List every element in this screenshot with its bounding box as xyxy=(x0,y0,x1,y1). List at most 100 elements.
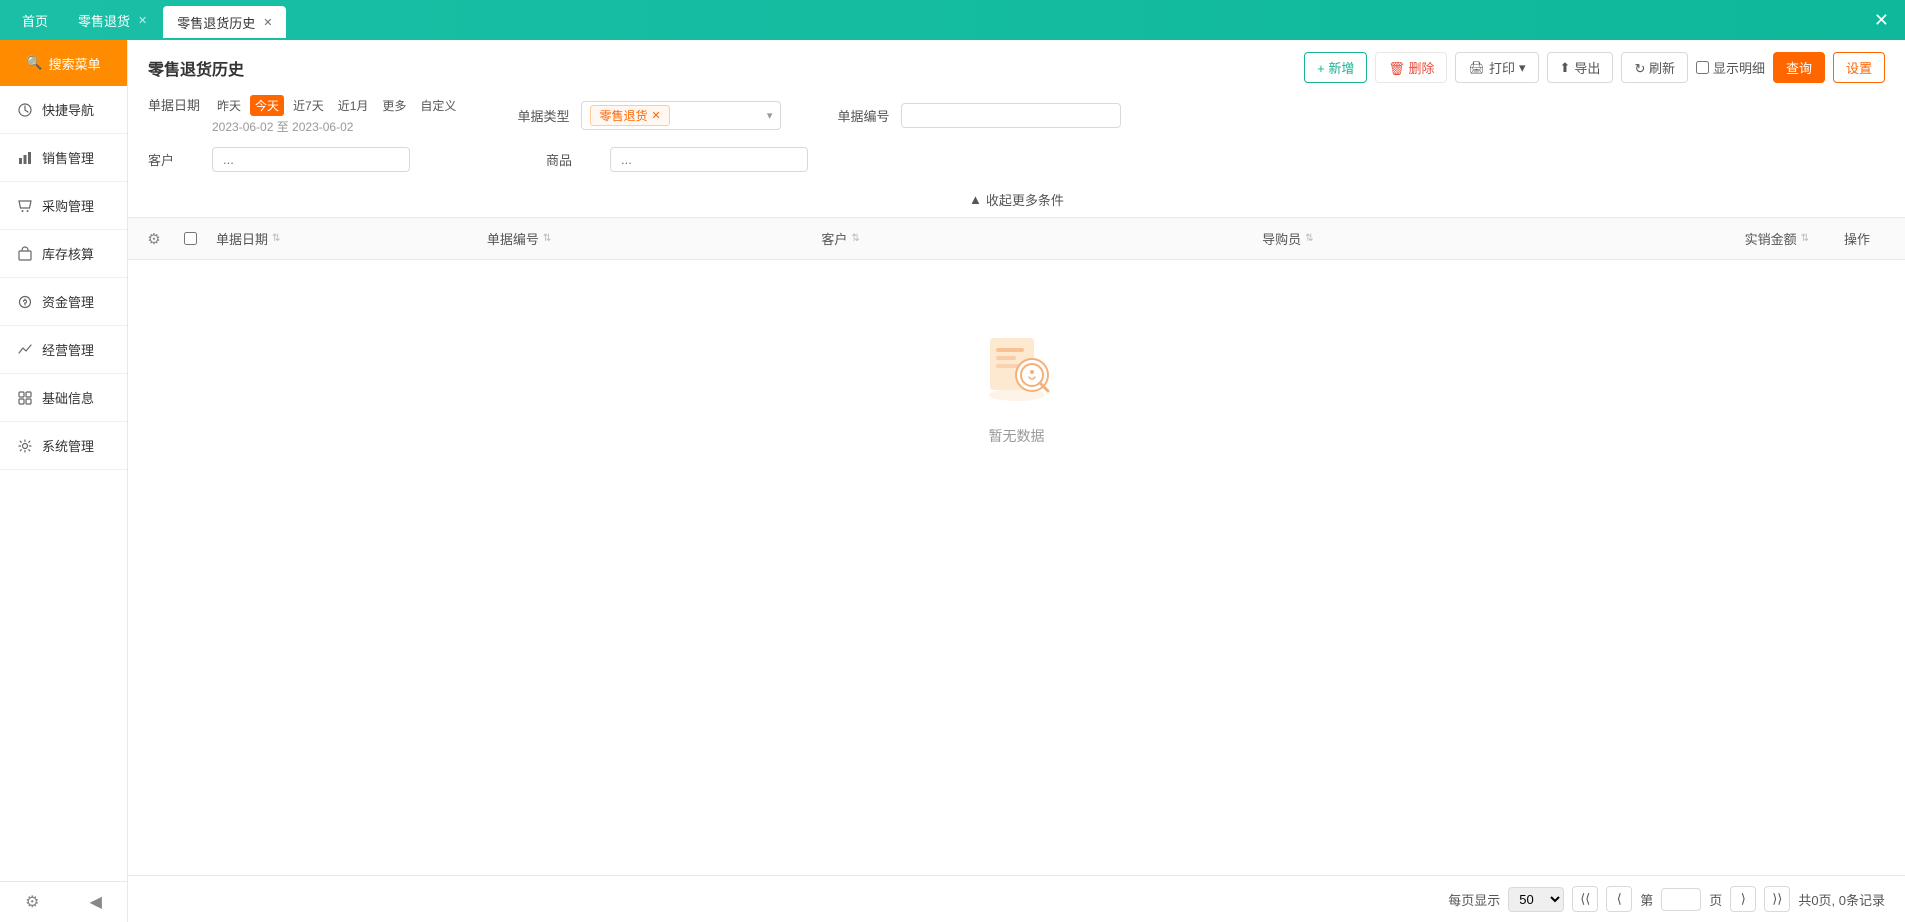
sidebar-item-sales[interactable]: 销售管理 xyxy=(0,134,127,182)
voucher-type-label: 单据类型 xyxy=(517,106,573,125)
th-guide[interactable]: 导购员 ⇅ xyxy=(1254,229,1589,248)
date-opt-more[interactable]: 更多 xyxy=(377,95,411,116)
tab-retail-return-close-icon[interactable]: ✕ xyxy=(138,14,147,27)
date-opt-1month[interactable]: 近1月 xyxy=(333,95,374,116)
delete-button[interactable]: 🗑 删除 xyxy=(1375,52,1447,83)
system-icon xyxy=(16,437,34,455)
print-icon: 🖨 xyxy=(1468,60,1485,76)
select-all-checkbox[interactable] xyxy=(184,232,197,245)
sidebar-item-inventory[interactable]: 库存核算 xyxy=(0,230,127,278)
empty-state: 暂无数据 xyxy=(128,260,1905,506)
sidebar-bottom: ⚙ ◀ xyxy=(0,881,127,922)
th-date-label: 单据日期 xyxy=(216,229,268,248)
date-filter-group: 单据日期 昨天 今天 近7天 近1月 更多 自定义 2023-06-02 至 2… xyxy=(148,95,461,135)
goods-filter-group: 商品 xyxy=(546,147,808,172)
export-label: 导出 xyxy=(1574,58,1600,77)
filter-row-1: 单据日期 昨天 今天 近7天 近1月 更多 自定义 2023-06-02 至 2… xyxy=(148,95,1885,135)
next-page-button[interactable]: ⟩ xyxy=(1730,886,1756,912)
filter-row-2: 客户 商品 xyxy=(148,147,1885,172)
export-icon: ⬆ xyxy=(1560,60,1571,76)
customer-input[interactable] xyxy=(212,147,410,172)
pagination: 每页显示 50 20 100 ⟨⟨ ⟨ 第 1 页 ⟩ ⟩⟩ 共0页, 0条记录 xyxy=(128,875,1905,922)
basics-icon xyxy=(16,389,34,407)
export-button[interactable]: ⬆ 导出 xyxy=(1547,52,1614,83)
voucher-type-tag: 零售退货 ✕ xyxy=(590,105,669,126)
filter-area: 单据日期 昨天 今天 近7天 近1月 更多 自定义 2023-06-02 至 2… xyxy=(148,95,1885,217)
print-label: 打印 xyxy=(1489,58,1515,77)
page-title: 零售退货历史 xyxy=(148,56,244,80)
voucher-type-tag-remove[interactable]: ✕ xyxy=(651,109,660,122)
voucher-type-group: 单据类型 零售退货 ✕ ▾ xyxy=(517,101,781,130)
date-opt-yesterday[interactable]: 昨天 xyxy=(212,95,246,116)
th-amount-sort-icon: ⇅ xyxy=(1801,233,1809,244)
date-opt-custom[interactable]: 自定义 xyxy=(415,95,461,116)
tab-home[interactable]: 首页 xyxy=(8,4,62,36)
show-detail-label: 显示明细 xyxy=(1713,58,1765,77)
window-close-button[interactable]: ✕ xyxy=(1866,6,1897,35)
sidebar-item-basics[interactable]: 基础信息 xyxy=(0,374,127,422)
sidebar-item-purchase[interactable]: 采购管理 xyxy=(0,182,127,230)
th-guide-sort-icon: ⇅ xyxy=(1305,233,1313,244)
sidebar-item-sales-label: 销售管理 xyxy=(42,148,94,167)
show-detail-checkbox[interactable] xyxy=(1696,61,1709,74)
date-options: 昨天 今天 近7天 近1月 更多 自定义 xyxy=(212,95,461,116)
date-opt-7days[interactable]: 近7天 xyxy=(288,95,329,116)
th-num-label: 单据编号 xyxy=(487,229,539,248)
sidebar-collapse-button[interactable]: ◀ xyxy=(90,892,102,912)
query-button[interactable]: 查询 xyxy=(1773,52,1825,83)
sidebar-item-system-label: 系统管理 xyxy=(42,436,94,455)
sidebar-item-finance-label: 资金管理 xyxy=(42,292,94,311)
prev-page-button[interactable]: ⟨ xyxy=(1606,886,1632,912)
sidebar-item-quicknav-label: 快捷导航 xyxy=(42,100,94,119)
tab-retail-return-history-label: 零售退货历史 xyxy=(177,13,255,32)
th-num[interactable]: 单据编号 ⇅ xyxy=(479,229,814,248)
page-input[interactable]: 1 xyxy=(1661,888,1701,911)
customer-label: 客户 xyxy=(148,150,204,169)
per-page-select[interactable]: 50 20 100 xyxy=(1508,887,1564,912)
setting-button[interactable]: 设置 xyxy=(1833,52,1885,83)
voucher-type-tag-text: 零售退货 xyxy=(599,107,647,124)
show-detail-checkbox-wrap[interactable]: 显示明细 xyxy=(1696,58,1765,77)
tab-retail-return[interactable]: 零售退货 ✕ xyxy=(64,4,161,36)
finance-icon xyxy=(16,293,34,311)
th-customer[interactable]: 客户 ⇅ xyxy=(813,229,1254,248)
sidebar-item-operation[interactable]: 经营管理 xyxy=(0,326,127,374)
table-header: ⚙ 单据日期 ⇅ 单据编号 ⇅ 客户 ⇅ 导购员 ⇅ xyxy=(128,218,1905,260)
sidebar-item-quicknav[interactable]: 快捷导航 xyxy=(0,86,127,134)
date-opt-today[interactable]: 今天 xyxy=(250,95,284,116)
page-header: 零售退货历史 + 新增 🗑 删除 🖨 打印 ▾ ⬆ 导出 ↻ 刷新 xyxy=(128,40,1905,218)
first-page-button[interactable]: ⟨⟨ xyxy=(1572,886,1598,912)
sidebar-settings-button[interactable]: ⚙ xyxy=(25,892,39,912)
tab-retail-return-label: 零售退货 xyxy=(78,11,130,30)
voucher-num-input[interactable] xyxy=(901,103,1121,128)
sidebar-search-button[interactable]: 🔍 搜索菜单 xyxy=(0,40,127,86)
th-guide-label: 导购员 xyxy=(1262,229,1301,248)
th-num-sort-icon: ⇅ xyxy=(543,233,551,244)
page-suffix: 页 xyxy=(1709,890,1722,909)
main-wrap: 🔍 搜索菜单 快捷导航 销售管理 采购管理 库存核算 xyxy=(0,40,1905,922)
goods-input[interactable] xyxy=(610,147,808,172)
sidebar-item-finance[interactable]: 资金管理 xyxy=(0,278,127,326)
sidebar-search-label: 搜索菜单 xyxy=(49,54,101,73)
filter-collapse-button[interactable]: ▲ 收起更多条件 xyxy=(148,184,1885,217)
customer-filter-group: 客户 xyxy=(148,147,410,172)
refresh-button[interactable]: ↻ 刷新 xyxy=(1621,52,1688,83)
new-button[interactable]: + 新增 xyxy=(1304,52,1367,83)
tab-retail-return-history[interactable]: 零售退货历史 ✕ xyxy=(163,6,286,38)
per-page-label: 每页显示 xyxy=(1448,890,1500,909)
th-amount[interactable]: 实销金额 ⇅ xyxy=(1589,229,1817,248)
sidebar-item-operation-label: 经营管理 xyxy=(42,340,94,359)
th-date-sort-icon: ⇅ xyxy=(272,233,280,244)
sidebar: 🔍 搜索菜单 快捷导航 销售管理 采购管理 库存核算 xyxy=(0,40,128,922)
topbar-tabs: 首页 零售退货 ✕ 零售退货历史 ✕ xyxy=(8,2,1866,38)
th-customer-sort-icon: ⇅ xyxy=(851,233,859,244)
table-settings-icon[interactable]: ⚙ xyxy=(136,230,172,248)
print-button[interactable]: 🖨 打印 ▾ xyxy=(1455,52,1538,83)
last-page-button[interactable]: ⟩⟩ xyxy=(1764,886,1790,912)
table-select-all[interactable] xyxy=(172,232,208,245)
th-date[interactable]: 单据日期 ⇅ xyxy=(208,229,479,248)
sidebar-item-inventory-label: 库存核算 xyxy=(42,244,94,263)
voucher-type-input[interactable]: 零售退货 ✕ ▾ xyxy=(581,101,781,130)
tab-retail-return-history-close-icon[interactable]: ✕ xyxy=(263,16,272,29)
sidebar-item-system[interactable]: 系统管理 xyxy=(0,422,127,470)
